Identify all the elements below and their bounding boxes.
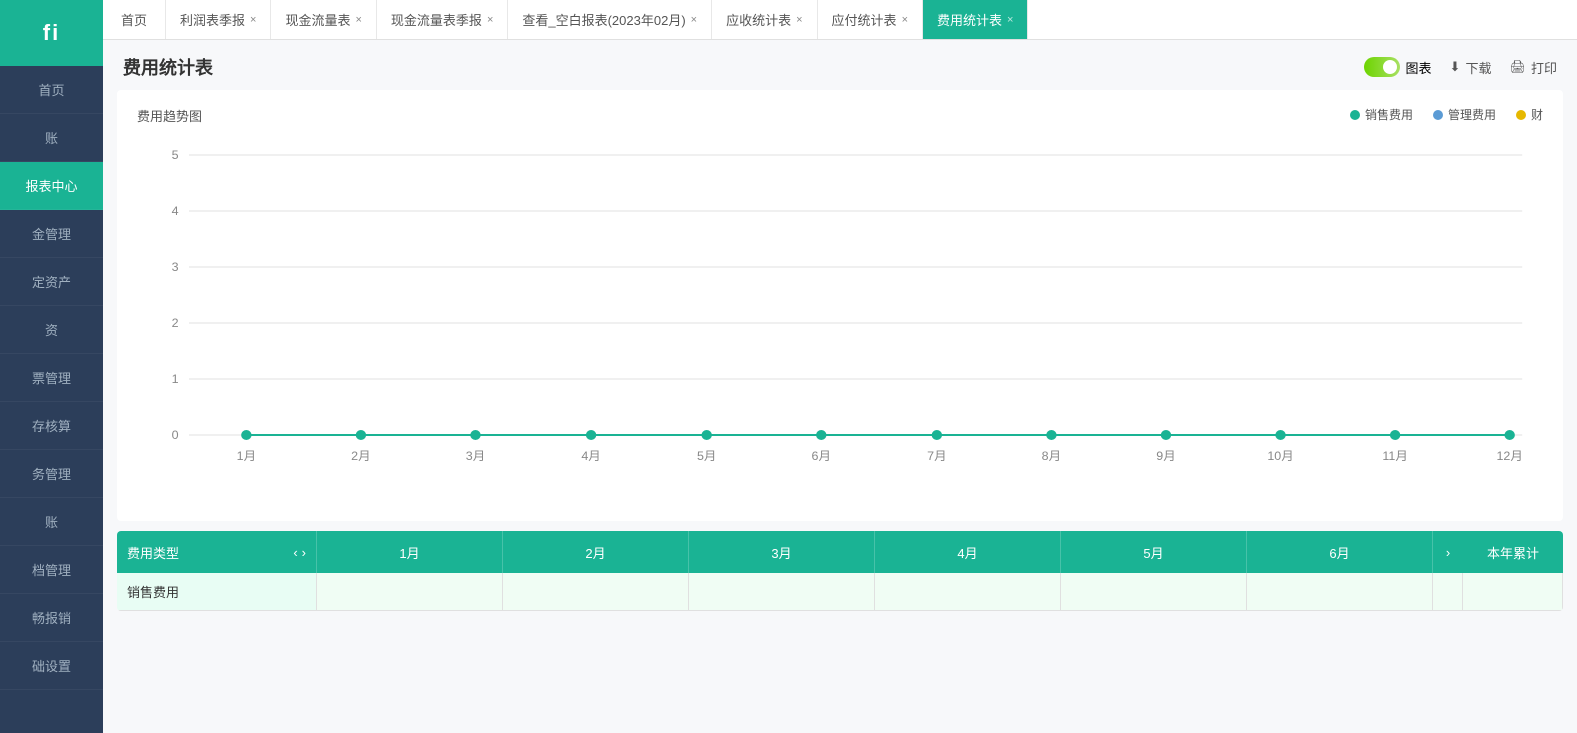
sidebar-logo: fi	[0, 0, 103, 66]
svg-text:8月: 8月	[1042, 449, 1061, 463]
svg-text:4月: 4月	[581, 449, 600, 463]
close-tab-5[interactable]: ×	[796, 14, 802, 26]
td-type-sales: 销售费用	[117, 573, 317, 610]
header-actions: 图表 ⬇ 下载 🖨 打印	[1364, 57, 1557, 77]
svg-text:1: 1	[172, 372, 179, 386]
legend-dot-admin	[1433, 110, 1443, 120]
svg-text:2: 2	[172, 316, 179, 330]
th-month-4: 4月	[875, 531, 1061, 573]
sidebar-item-reimbursement[interactable]: 畅报销	[0, 594, 103, 642]
th-month-2: 2月	[503, 531, 689, 573]
close-tab-4[interactable]: ×	[691, 14, 697, 26]
table-header: 费用类型 ‹ › 1月 2月 3月 4月 5月 6月 › 本年累计	[117, 531, 1563, 573]
td-sales-1	[317, 573, 503, 610]
close-tab-3[interactable]: ×	[487, 14, 493, 26]
tab-receivable[interactable]: 应收统计表 ×	[712, 0, 817, 40]
download-icon: ⬇	[1450, 59, 1461, 75]
th-month-1: 1月	[317, 531, 503, 573]
svg-text:11月: 11月	[1382, 449, 1407, 463]
close-tab-2[interactable]: ×	[355, 14, 361, 26]
td-spacer	[1433, 573, 1463, 610]
download-button[interactable]: ⬇ 下载	[1450, 58, 1492, 77]
chart-title: 费用趋势图	[137, 106, 202, 125]
print-icon: 🖨	[1509, 59, 1526, 75]
sidebar-item-capital[interactable]: 资	[0, 306, 103, 354]
prev-arrow[interactable]: ‹	[293, 545, 297, 560]
sidebar-item-home[interactable]: 首页	[0, 66, 103, 114]
tab-blank-report[interactable]: 查看_空白报表(2023年02月) ×	[508, 0, 712, 40]
content-area: 费用统计表 图表 ⬇ 下载 🖨 打印 费用趋势图	[103, 40, 1577, 733]
legend-finance: 财	[1516, 106, 1543, 123]
svg-text:0: 0	[172, 428, 179, 442]
sidebar-item-archive[interactable]: 档管理	[0, 546, 103, 594]
legend-sales: 销售费用	[1350, 106, 1413, 123]
close-tab-6[interactable]: ×	[902, 14, 908, 26]
svg-text:5: 5	[172, 148, 179, 162]
th-total: 本年累计	[1463, 531, 1563, 573]
legend-admin: 管理费用	[1433, 106, 1496, 123]
chart-container: 5 4 3 2 1 0	[137, 135, 1543, 505]
sidebar-item-settings[interactable]: 础设置	[0, 642, 103, 690]
td-sales-6	[1247, 573, 1433, 610]
th-type: 费用类型 ‹ ›	[117, 531, 317, 573]
svg-text:3月: 3月	[466, 449, 485, 463]
svg-text:3: 3	[172, 260, 179, 274]
svg-text:12月: 12月	[1496, 449, 1522, 463]
chart-legend: 销售费用 管理费用 财	[1350, 106, 1543, 123]
th-month-3: 3月	[689, 531, 875, 573]
svg-text:6月: 6月	[812, 449, 831, 463]
main-area: 首页 利润表季报 × 现金流量表 × 现金流量表季报 × 查看_空白报表(202…	[103, 0, 1577, 733]
th-month-6: 6月	[1247, 531, 1433, 573]
svg-text:2月: 2月	[351, 449, 370, 463]
svg-text:4: 4	[172, 204, 179, 218]
chart-svg: 5 4 3 2 1 0	[137, 135, 1543, 505]
page-header: 费用统计表 图表 ⬇ 下载 🖨 打印	[103, 40, 1577, 90]
tab-home[interactable]: 首页	[103, 0, 166, 40]
legend-dot-finance	[1516, 110, 1526, 120]
page-title: 费用统计表	[123, 54, 213, 80]
tab-profit-quarterly[interactable]: 利润表季报 ×	[166, 0, 271, 40]
tab-expense[interactable]: 费用统计表 ×	[923, 0, 1028, 40]
chart-section: 费用趋势图 销售费用 管理费用 财	[117, 90, 1563, 521]
sidebar-item-assets[interactable]: 定资产	[0, 258, 103, 306]
chart-toggle-label: 图表	[1406, 58, 1432, 77]
sidebar-item-account[interactable]: 账	[0, 114, 103, 162]
td-sales-5	[1061, 573, 1247, 610]
legend-admin-label: 管理费用	[1448, 106, 1496, 123]
tab-cashflow[interactable]: 现金流量表 ×	[271, 0, 376, 40]
scroll-right[interactable]: ›	[1433, 545, 1463, 560]
table-body: 销售费用	[117, 573, 1563, 611]
close-tab-7[interactable]: ×	[1007, 14, 1013, 26]
svg-text:1月: 1月	[237, 449, 256, 463]
sidebar-item-finance[interactable]: 金管理	[0, 210, 103, 258]
legend-sales-label: 销售费用	[1365, 106, 1413, 123]
sidebar-item-ledger[interactable]: 账	[0, 498, 103, 546]
tab-bar: 首页 利润表季报 × 现金流量表 × 现金流量表季报 × 查看_空白报表(202…	[103, 0, 1577, 40]
sidebar-item-service[interactable]: 务管理	[0, 450, 103, 498]
svg-text:5月: 5月	[697, 449, 716, 463]
chart-toggle[interactable]	[1364, 57, 1400, 77]
td-sales-2	[503, 573, 689, 610]
td-sales-total	[1463, 573, 1563, 610]
chart-toggle-wrap: 图表	[1364, 57, 1432, 77]
print-button[interactable]: 🖨 打印	[1509, 58, 1557, 77]
tab-payable[interactable]: 应付统计表 ×	[818, 0, 923, 40]
svg-text:9月: 9月	[1156, 449, 1175, 463]
sidebar-item-inventory[interactable]: 存核算	[0, 402, 103, 450]
table-row-sales: 销售费用	[117, 573, 1563, 611]
svg-text:7月: 7月	[927, 449, 946, 463]
legend-finance-label: 财	[1531, 106, 1543, 123]
legend-dot-sales	[1350, 110, 1360, 120]
close-tab-1[interactable]: ×	[250, 14, 256, 26]
sidebar-item-invoice[interactable]: 票管理	[0, 354, 103, 402]
svg-text:10月: 10月	[1267, 449, 1293, 463]
sidebar-item-reports[interactable]: 报表中心	[0, 162, 103, 210]
th-month-5: 5月	[1061, 531, 1247, 573]
sidebar: fi 首页 账 报表中心 金管理 定资产 资 票管理 存核算 务管理 账 档管理…	[0, 0, 103, 733]
td-sales-4	[875, 573, 1061, 610]
td-sales-3	[689, 573, 875, 610]
tab-cashflow-quarterly[interactable]: 现金流量表季报 ×	[377, 0, 508, 40]
next-arrow[interactable]: ›	[302, 545, 306, 560]
table-section: 费用类型 ‹ › 1月 2月 3月 4月 5月 6月 › 本年累计 销售费用	[117, 531, 1563, 611]
